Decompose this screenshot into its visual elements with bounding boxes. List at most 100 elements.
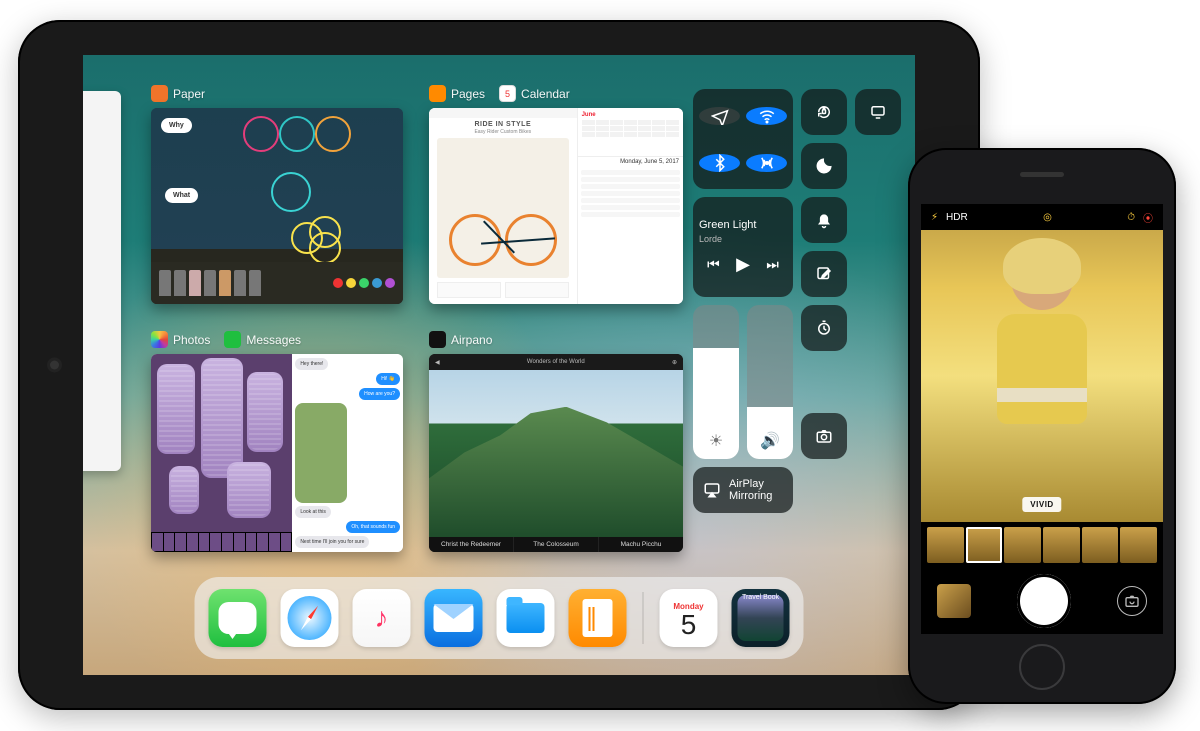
airplane-icon xyxy=(699,107,740,125)
music-icon: ♪ xyxy=(375,602,389,634)
paper-app-icon xyxy=(151,85,168,102)
photos-pane xyxy=(151,354,292,552)
filter-badge: VIVID xyxy=(1022,497,1061,512)
photo-subject xyxy=(982,248,1102,468)
dock-app-mail[interactable] xyxy=(425,589,483,647)
mail-icon xyxy=(434,604,474,632)
switcher-header: Airpano xyxy=(429,331,683,348)
timer-toggle[interactable]: ⏱ xyxy=(1127,212,1135,223)
paper-note-why: Why xyxy=(161,118,192,133)
music-title: Green Light xyxy=(699,219,787,231)
hdr-toggle[interactable]: HDR xyxy=(946,212,968,223)
filter-thumb[interactable] xyxy=(1120,527,1157,563)
calendar-month: June xyxy=(582,112,679,118)
airplay-mirroring-tile[interactable]: AirPlay Mirroring xyxy=(693,467,793,513)
switcher-group-photos-messages[interactable]: Photos Messages Hey there! Hi! 👋 How are… xyxy=(151,331,403,552)
switcher-header: Paper xyxy=(151,85,403,102)
camera-button[interactable] xyxy=(801,413,847,459)
camera-viewfinder[interactable]: VIVID xyxy=(921,230,1163,522)
camera-icon xyxy=(801,413,847,459)
live-photo-toggle[interactable]: ◎ xyxy=(1043,212,1052,223)
orientation-lock-icon xyxy=(801,89,847,135)
switcher-card-paper[interactable]: Why What xyxy=(151,108,403,304)
files-icon xyxy=(507,603,545,633)
bluetooth-toggle[interactable] xyxy=(699,154,740,172)
filter-thumb[interactable] xyxy=(1043,527,1080,563)
ipad-front-camera xyxy=(50,361,59,370)
volume-slider[interactable]: 🔊 xyxy=(747,305,793,459)
orientation-lock-toggle[interactable] xyxy=(801,89,847,135)
dock-app-files[interactable] xyxy=(497,589,555,647)
paper-diagram-circle xyxy=(243,116,279,152)
iphone-home-button[interactable] xyxy=(1019,644,1065,690)
last-photo-thumbnail[interactable] xyxy=(937,584,971,618)
dock-app-messages[interactable] xyxy=(209,589,267,647)
pages-hero-image xyxy=(437,138,569,278)
brightness-slider[interactable]: ☀︎ xyxy=(693,305,739,459)
play-button[interactable]: ▶ xyxy=(736,254,750,275)
dock-app-safari[interactable] xyxy=(281,589,339,647)
filter-thumb[interactable] xyxy=(927,527,964,563)
compose-icon xyxy=(801,251,847,297)
silent-toggle[interactable] xyxy=(801,197,847,243)
airpano-app-icon xyxy=(429,331,446,348)
switcher-group-pages-calendar[interactable]: Pages 5 Calendar RIDE IN STYLE Easy Ride… xyxy=(429,85,683,304)
calendar-app-icon: 5 xyxy=(499,85,516,102)
ipad-device: Paper Why What xyxy=(18,20,980,710)
filter-thumb[interactable] xyxy=(1004,527,1041,563)
prev-track-button[interactable]: ⏮ xyxy=(707,256,720,273)
timer-icon xyxy=(801,305,847,351)
pages-icon xyxy=(583,599,613,637)
cellular-toggle[interactable] xyxy=(746,154,787,172)
switcher-group-airpano[interactable]: Airpano ◀Wonders of the World⊕ Christ th… xyxy=(429,331,683,552)
switcher-header: Pages 5 Calendar xyxy=(429,85,683,102)
pages-pane: RIDE IN STYLE Easy Rider Custom Bikes xyxy=(429,108,577,304)
do-not-disturb-toggle[interactable] xyxy=(801,143,847,189)
app-label: Airpano xyxy=(451,333,492,347)
dock-separator xyxy=(643,592,644,644)
wifi-toggle[interactable] xyxy=(746,107,787,125)
flash-toggle[interactable]: ⚡︎ xyxy=(931,212,938,223)
safari-icon xyxy=(288,596,332,640)
dock-app-calendar[interactable]: Monday 5 xyxy=(660,589,718,647)
dock-app-pages[interactable] xyxy=(569,589,627,647)
shutter-button[interactable] xyxy=(1017,574,1071,628)
message-photo xyxy=(295,403,347,503)
switch-camera-button[interactable] xyxy=(1117,586,1147,616)
switcher-group-paper[interactable]: Paper Why What xyxy=(151,85,403,304)
filter-thumb[interactable] xyxy=(1082,527,1119,563)
notes-button[interactable] xyxy=(801,251,847,297)
calendar-dateline: Monday, June 5, 2017 xyxy=(578,156,683,167)
dock-app-travel[interactable]: Travel Book xyxy=(732,589,790,647)
messages-pane: Hey there! Hi! 👋 How are you? Look at th… xyxy=(292,354,403,552)
switcher-card-airpano[interactable]: ◀Wonders of the World⊕ Christ the Redeem… xyxy=(429,354,683,552)
iphone-screen: ⚡︎ HDR ◎ ⏱ ⦿ VIVID xyxy=(921,204,1163,634)
iphone-earpiece xyxy=(1020,172,1064,177)
paper-note-what: What xyxy=(165,188,198,203)
wifi-icon xyxy=(746,107,787,125)
timer-button[interactable] xyxy=(801,305,847,351)
app-label: Pages xyxy=(451,87,485,101)
bell-icon xyxy=(801,197,847,243)
bluetooth-icon xyxy=(699,154,740,172)
airplane-mode-toggle[interactable] xyxy=(699,107,740,125)
filter-thumb-selected[interactable] xyxy=(966,527,1003,563)
next-track-button[interactable]: ⏭ xyxy=(766,256,779,273)
messages-icon xyxy=(219,602,257,634)
switcher-card-peeking[interactable] xyxy=(83,91,121,471)
dock-app-music[interactable]: ♪ xyxy=(353,589,411,647)
screen-mirroring-placeholder[interactable] xyxy=(855,89,901,135)
filters-toggle[interactable]: ⦿ xyxy=(1143,210,1153,225)
filter-carousel[interactable] xyxy=(921,522,1163,568)
messages-app-icon xyxy=(224,331,241,348)
connectivity-tile[interactable] xyxy=(693,89,793,189)
pages-doc-title: RIDE IN STYLE xyxy=(429,118,577,129)
now-playing-tile[interactable]: Green Light Lorde ⏮ ▶ ⏭ xyxy=(693,197,793,297)
paper-diagram-circle xyxy=(315,116,351,152)
switcher-card-photos-messages[interactable]: Hey there! Hi! 👋 How are you? Look at th… xyxy=(151,354,403,552)
calendar-pane: June Monday, June 5, 2017 xyxy=(577,108,683,304)
screen-icon xyxy=(855,89,901,135)
switcher-card-pages-calendar[interactable]: RIDE IN STYLE Easy Rider Custom Bikes Ju… xyxy=(429,108,683,304)
pages-app-icon xyxy=(429,85,446,102)
ipad-screen: Paper Why What xyxy=(83,55,915,675)
